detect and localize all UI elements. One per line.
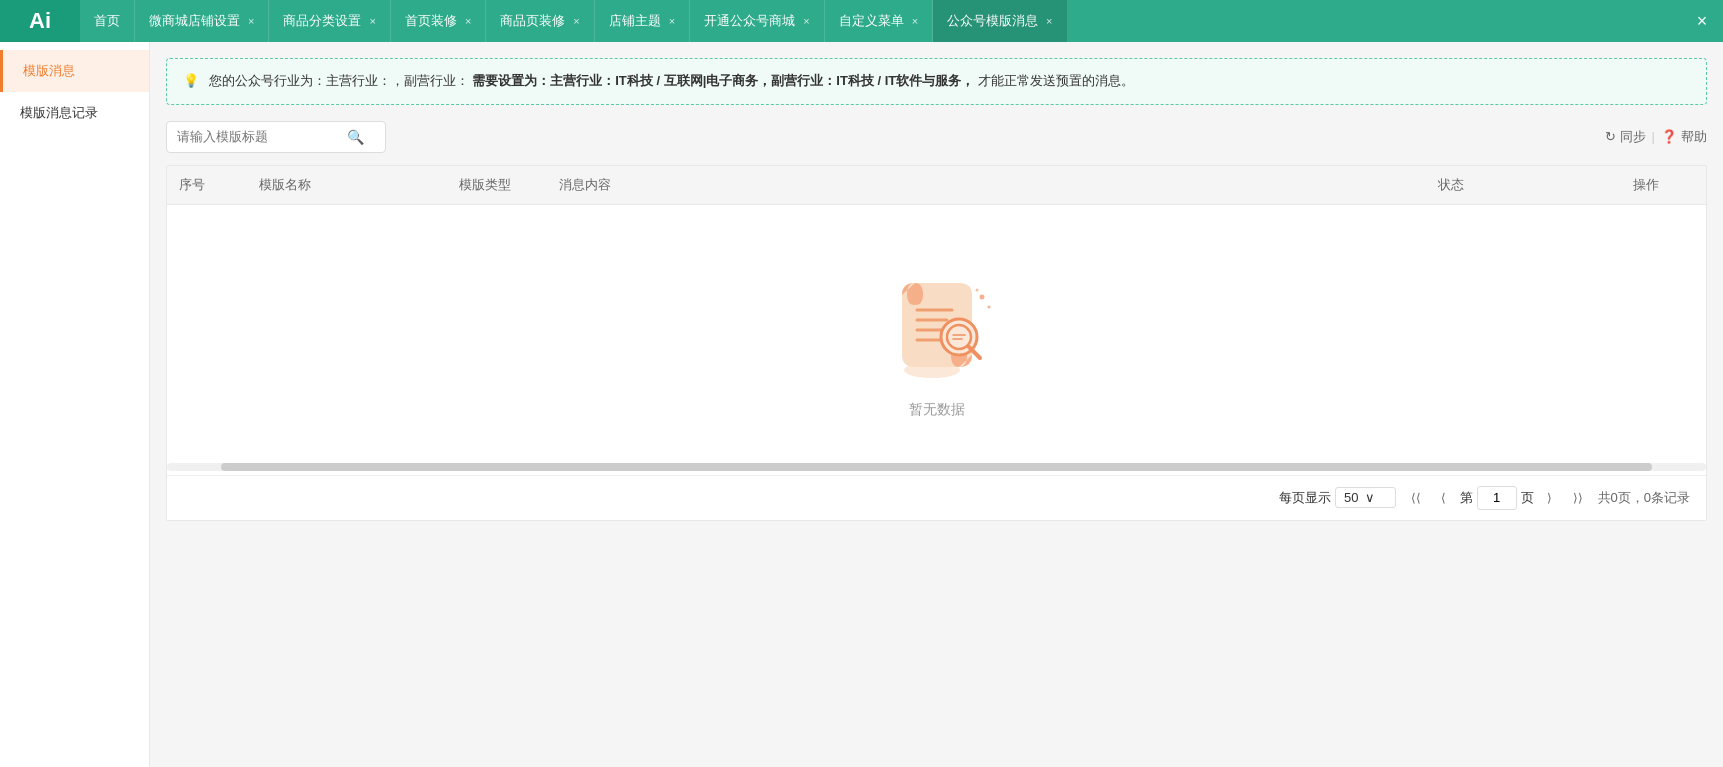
- svg-point-12: [975, 288, 978, 291]
- col-content: 消息内容: [547, 166, 1426, 204]
- top-nav: Ai 首页微商城店铺设置×商品分类设置×首页装修×商品页装修×店铺主题×开通公众…: [0, 0, 1723, 42]
- nav-tab-2[interactable]: 商品分类设置×: [269, 0, 390, 42]
- search-bar-left: 🔍: [166, 121, 386, 153]
- help-icon: ❓: [1661, 129, 1677, 144]
- next-page-button[interactable]: ⟩: [1538, 486, 1562, 510]
- content-area: 💡 您的公众号行业为：主营行业：，副营行业： 需要设置为：主营行业：IT科技 /…: [150, 42, 1723, 767]
- nav-tab-7[interactable]: 自定义菜单×: [825, 0, 933, 42]
- notice-text-prefix: 您的公众号行业为：主营行业：，副营行业：: [209, 73, 469, 88]
- prev-page-button[interactable]: ⟨: [1432, 486, 1456, 510]
- notice-icon: 💡: [183, 73, 199, 88]
- nav-tab-5[interactable]: 店铺主题×: [595, 0, 690, 42]
- notice-highlight: 需要设置为：主营行业：IT科技 / 互联网|电子商务，副营行业：IT科技 / I…: [472, 73, 974, 88]
- nav-tab-3[interactable]: 首页装修×: [391, 0, 486, 42]
- search-bar-right: ↻ 同步 | ❓ 帮助: [1605, 128, 1707, 146]
- pagination: 每页显示 50 ∨ ⟨⟨ ⟨ 第 页 ⟩ ⟩⟩ 共0页，0条记录: [167, 475, 1706, 520]
- logo: Ai: [0, 0, 80, 42]
- tab-close-icon-4[interactable]: ×: [573, 15, 579, 27]
- page-total: 共0页，0条记录: [1598, 489, 1690, 507]
- sidebar-item-0[interactable]: 模版消息: [0, 50, 149, 92]
- tab-close-icon-7[interactable]: ×: [912, 15, 918, 27]
- table-container: 序号 模版名称 模版类型 消息内容 状态 操作: [166, 165, 1707, 521]
- sidebar-item-1[interactable]: 模版消息记录: [0, 92, 149, 134]
- sync-label: 同步: [1620, 128, 1646, 146]
- page-size-label: 每页显示: [1279, 489, 1331, 507]
- page-unit: 页: [1521, 489, 1534, 507]
- col-action: 操作: [1586, 166, 1706, 204]
- svg-point-10: [979, 294, 984, 299]
- divider: |: [1652, 129, 1655, 144]
- page-size-dropdown[interactable]: 50 ∨: [1335, 487, 1395, 508]
- main-layout: 模版消息模版消息记录 💡 您的公众号行业为：主营行业：，副营行业： 需要设置为：…: [0, 42, 1723, 767]
- sync-icon: ↻: [1605, 129, 1616, 144]
- nav-close-button[interactable]: ×: [1681, 0, 1723, 42]
- page-size-value: 50: [1344, 490, 1358, 505]
- search-icon[interactable]: 🔍: [347, 129, 372, 145]
- tab-close-icon-6[interactable]: ×: [803, 15, 809, 27]
- page-number-input[interactable]: [1477, 486, 1517, 510]
- page-label: 第: [1460, 489, 1473, 507]
- nav-tab-8[interactable]: 公众号模版消息×: [933, 0, 1067, 42]
- search-input-wrapper: 🔍: [166, 121, 386, 153]
- scrollbar-track[interactable]: [167, 463, 1706, 471]
- scrollbar-thumb[interactable]: [221, 463, 1652, 471]
- chevron-down-icon: ∨: [1365, 490, 1375, 505]
- tab-close-icon-8[interactable]: ×: [1046, 15, 1052, 27]
- col-status: 状态: [1426, 166, 1586, 204]
- page-nav: ⟨⟨ ⟨ 第 页 ⟩ ⟩⟩: [1404, 486, 1590, 510]
- empty-illustration: [877, 265, 997, 385]
- page-size-select: 每页显示 50 ∨: [1279, 487, 1395, 508]
- svg-point-11: [987, 305, 990, 308]
- tab-close-icon-1[interactable]: ×: [248, 15, 254, 27]
- sync-button[interactable]: ↻ 同步: [1605, 128, 1646, 146]
- tab-close-icon-5[interactable]: ×: [669, 15, 675, 27]
- nav-tab-4[interactable]: 商品页装修×: [486, 0, 594, 42]
- empty-state: 暂无数据: [167, 205, 1706, 459]
- tab-close-icon-2[interactable]: ×: [369, 15, 375, 27]
- search-bar: 🔍 ↻ 同步 | ❓ 帮助: [166, 121, 1707, 153]
- sidebar: 模版消息模版消息记录: [0, 42, 150, 767]
- col-type: 模版类型: [447, 166, 547, 204]
- svg-point-6: [947, 325, 971, 349]
- col-seq: 序号: [167, 166, 247, 204]
- search-input[interactable]: [167, 129, 347, 144]
- nav-tab-1[interactable]: 微商城店铺设置×: [135, 0, 269, 42]
- last-page-button[interactable]: ⟩⟩: [1566, 486, 1590, 510]
- col-name: 模版名称: [247, 166, 447, 204]
- empty-text: 暂无数据: [909, 401, 965, 419]
- first-page-button[interactable]: ⟨⟨: [1404, 486, 1428, 510]
- tab-close-icon-3[interactable]: ×: [465, 15, 471, 27]
- help-label: 帮助: [1681, 128, 1707, 146]
- table-header: 序号 模版名称 模版类型 消息内容 状态 操作: [167, 166, 1706, 205]
- notice-text-suffix: 才能正常发送预置的消息。: [978, 73, 1134, 88]
- help-button[interactable]: ❓ 帮助: [1661, 128, 1707, 146]
- nav-tab-0[interactable]: 首页: [80, 0, 135, 42]
- nav-tab-6[interactable]: 开通公众号商城×: [690, 0, 824, 42]
- notice-box: 💡 您的公众号行业为：主营行业：，副营行业： 需要设置为：主营行业：IT科技 /…: [166, 58, 1707, 105]
- nav-tabs: 首页微商城店铺设置×商品分类设置×首页装修×商品页装修×店铺主题×开通公众号商城…: [80, 0, 1681, 42]
